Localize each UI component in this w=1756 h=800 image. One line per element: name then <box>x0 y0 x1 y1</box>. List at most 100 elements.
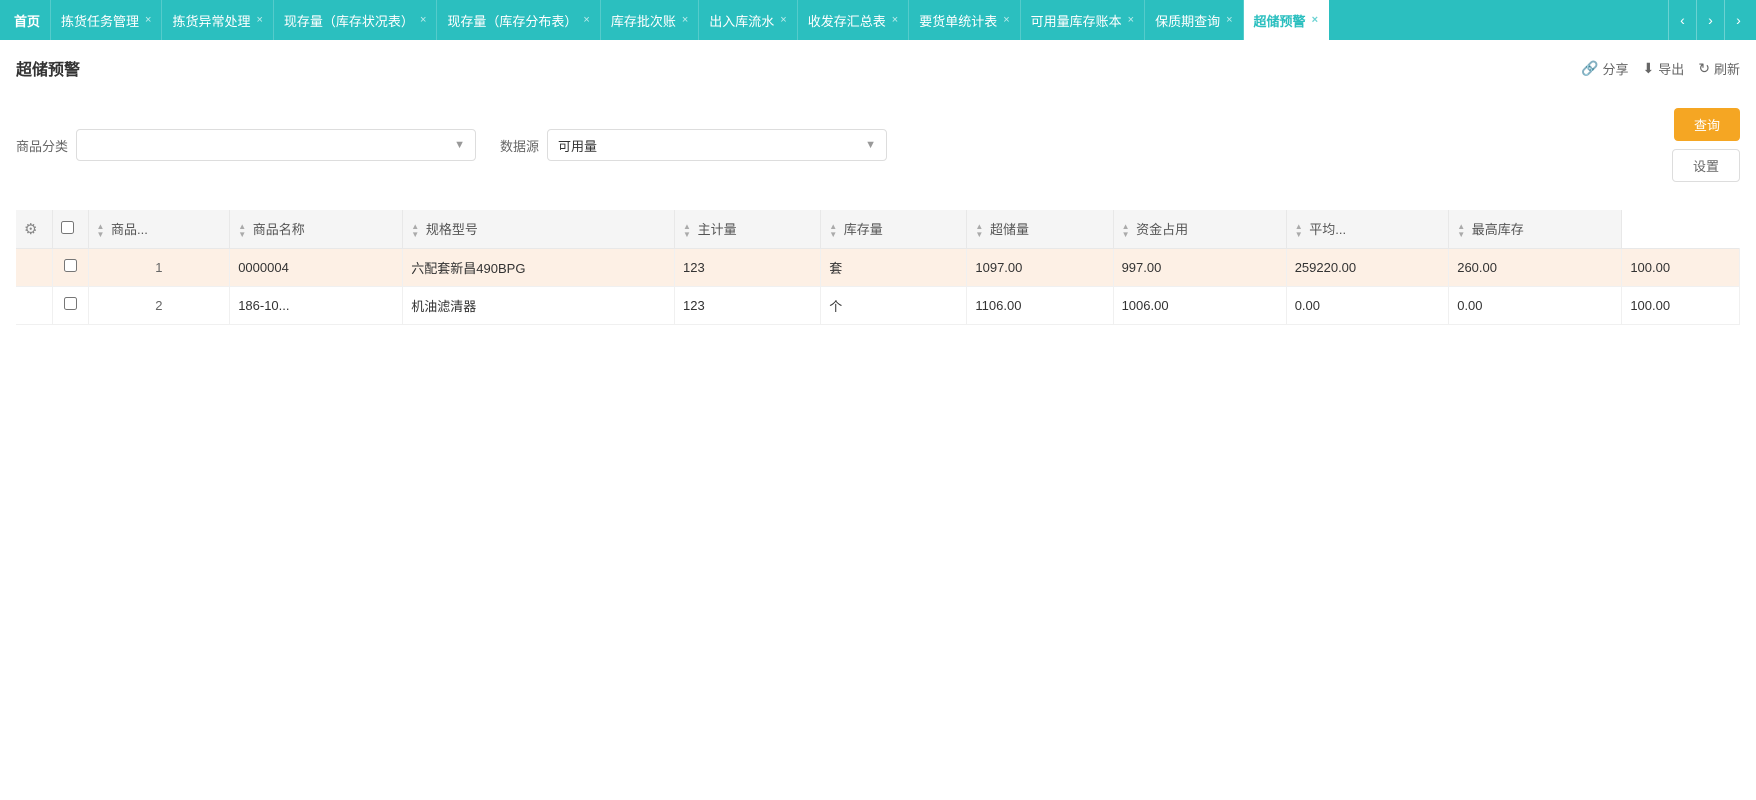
row-settings-cell <box>16 248 52 286</box>
export-action[interactable]: ⬇ 导出 <box>1643 59 1685 78</box>
nav-tab-order-stat[interactable]: 要货单统计表 × <box>909 0 1020 40</box>
sort-arrows-icon: ▲▼ <box>1457 223 1465 239</box>
sort-arrows-icon: ▲▼ <box>829 223 837 239</box>
sort-arrows-icon: ▲▼ <box>1122 223 1130 239</box>
col-check <box>52 210 88 248</box>
page-content: 超储预警 🔗 分享 ⬇ 导出 ↻ 刷新 商品分类 ▼ 数据源 <box>0 40 1756 800</box>
sort-arrows-icon: ▲▼ <box>238 223 246 239</box>
row-index-cell: 2 <box>88 286 230 324</box>
table-row: 2 186-10... 机油滤清器 123 个 1106.00 1006.00 … <box>16 286 1740 324</box>
close-icon[interactable]: × <box>682 14 688 26</box>
nav-menu-button[interactable]: › <box>1724 0 1752 40</box>
category-label: 商品分类 <box>16 136 68 155</box>
close-icon[interactable]: × <box>892 14 898 26</box>
row-code-cell: 0000004 <box>230 248 403 286</box>
close-icon[interactable]: × <box>1003 14 1009 26</box>
close-icon[interactable]: × <box>256 14 262 26</box>
col-capital[interactable]: ▲▼ 资金占用 <box>1113 210 1286 248</box>
nav-tab-stock-dist[interactable]: 现存量（库存分布表） × <box>437 0 600 40</box>
row-name-cell: 六配套新昌490BPG <box>403 248 675 286</box>
close-icon[interactable]: × <box>1128 14 1134 26</box>
filter-buttons: 查询 设置 <box>1672 108 1740 182</box>
col-overstock[interactable]: ▲▼ 超储量 <box>967 210 1113 248</box>
sort-arrows-icon: ▲▼ <box>411 223 419 239</box>
col-stock[interactable]: ▲▼ 库存量 <box>821 210 967 248</box>
close-icon[interactable]: × <box>1226 14 1232 26</box>
top-nav: 首页 拣货任务管理 × 拣货异常处理 × 现存量（库存状况表） × 现存量（库存… <box>0 0 1756 40</box>
row-stock-cell: 1097.00 <box>967 248 1113 286</box>
row-index-cell: 1 <box>88 248 230 286</box>
chevron-down-icon: ▼ <box>865 139 876 151</box>
header-actions: 🔗 分享 ⬇ 导出 ↻ 刷新 <box>1581 59 1740 78</box>
close-icon[interactable]: × <box>780 14 786 26</box>
nav-tab-abnormal[interactable]: 拣货异常处理 × <box>162 0 273 40</box>
col-avg[interactable]: ▲▼ 平均... <box>1286 210 1449 248</box>
row-max-cell: 100.00 <box>1622 248 1740 286</box>
col-code[interactable]: ▲▼ 商品... <box>88 210 230 248</box>
export-icon: ⬇ <box>1643 60 1655 77</box>
nav-prev-button[interactable]: ‹ <box>1668 0 1696 40</box>
row-avg-cell: 0.00 <box>1449 286 1622 324</box>
query-button[interactable]: 查询 <box>1674 108 1740 141</box>
row-capital-cell: 0.00 <box>1286 286 1449 324</box>
col-max[interactable]: ▲▼ 最高库存 <box>1449 210 1622 248</box>
row-code-cell: 186-10... <box>230 286 403 324</box>
close-icon[interactable]: × <box>420 14 426 26</box>
nav-tab-quality[interactable]: 保质期查询 × <box>1145 0 1243 40</box>
gear-icon[interactable]: ⚙ <box>24 221 37 238</box>
sort-arrows-icon: ▲▼ <box>975 223 983 239</box>
datasource-filter: 数据源 可用量 ▼ <box>500 129 887 161</box>
page-header: 超储预警 🔗 分享 ⬇ 导出 ↻ 刷新 <box>16 56 1740 80</box>
close-icon[interactable]: × <box>583 14 589 26</box>
category-filter: 商品分类 ▼ <box>16 129 476 161</box>
filter-row: 商品分类 ▼ 数据源 可用量 ▼ 查询 设置 <box>16 96 1740 194</box>
datasource-select[interactable]: 可用量 ▼ <box>547 129 887 161</box>
row-settings-cell <box>16 286 52 324</box>
nav-next-button[interactable]: › <box>1696 0 1724 40</box>
data-table: ⚙ ▲▼ 商品... ▲▼ 商品名称 ▲▼ 规格型号 ▲▼ <box>16 210 1740 325</box>
share-action[interactable]: 🔗 分享 <box>1581 59 1628 78</box>
col-unit[interactable]: ▲▼ 主计量 <box>675 210 821 248</box>
col-name[interactable]: ▲▼ 商品名称 <box>230 210 403 248</box>
row-overstock-cell: 1006.00 <box>1113 286 1286 324</box>
datasource-label: 数据源 <box>500 136 539 155</box>
row-capital-cell: 259220.00 <box>1286 248 1449 286</box>
nav-tab-stock-status[interactable]: 现存量（库存状况表） × <box>274 0 437 40</box>
chevron-down-icon: ▼ <box>454 139 465 151</box>
row-check-cell <box>52 248 88 286</box>
sort-arrows-icon: ▲▼ <box>1295 223 1303 239</box>
sort-arrows-icon: ▲▼ <box>683 223 691 239</box>
row-max-cell: 100.00 <box>1622 286 1740 324</box>
refresh-icon: ↻ <box>1698 60 1710 77</box>
page-title: 超储预警 <box>16 56 80 80</box>
close-icon[interactable]: × <box>145 14 151 26</box>
col-spec[interactable]: ▲▼ 规格型号 <box>403 210 675 248</box>
nav-tab-inout[interactable]: 出入库流水 × <box>699 0 797 40</box>
row-spec-cell: 123 <box>675 286 821 324</box>
row-spec-cell: 123 <box>675 248 821 286</box>
close-icon[interactable]: × <box>1312 14 1318 26</box>
row-checkbox[interactable] <box>64 297 77 310</box>
nav-tab-task[interactable]: 拣货任务管理 × <box>51 0 162 40</box>
nav-tab-batch[interactable]: 库存批次账 × <box>601 0 699 40</box>
row-check-cell <box>52 286 88 324</box>
row-overstock-cell: 997.00 <box>1113 248 1286 286</box>
nav-tab-overstock[interactable]: 超储预警 × <box>1244 0 1329 40</box>
select-all-checkbox[interactable] <box>61 221 74 234</box>
row-checkbox[interactable] <box>64 259 77 272</box>
row-stock-cell: 1106.00 <box>967 286 1113 324</box>
refresh-action[interactable]: ↻ 刷新 <box>1698 59 1740 78</box>
row-unit-cell: 个 <box>821 286 967 324</box>
row-unit-cell: 套 <box>821 248 967 286</box>
table-row: 1 0000004 六配套新昌490BPG 123 套 1097.00 997.… <box>16 248 1740 286</box>
nav-tab-collect[interactable]: 收发存汇总表 × <box>798 0 909 40</box>
nav-arrows: ‹ › › <box>1668 0 1752 40</box>
nav-tab-home[interactable]: 首页 <box>4 0 51 40</box>
table-header-row: ⚙ ▲▼ 商品... ▲▼ 商品名称 ▲▼ 规格型号 ▲▼ <box>16 210 1740 248</box>
sort-arrows-icon: ▲▼ <box>97 223 105 239</box>
share-icon: 🔗 <box>1581 60 1598 77</box>
nav-tab-available[interactable]: 可用量库存账本 × <box>1021 0 1145 40</box>
settings-button[interactable]: 设置 <box>1672 149 1740 182</box>
category-select[interactable]: ▼ <box>76 129 476 161</box>
col-settings: ⚙ <box>16 210 52 248</box>
